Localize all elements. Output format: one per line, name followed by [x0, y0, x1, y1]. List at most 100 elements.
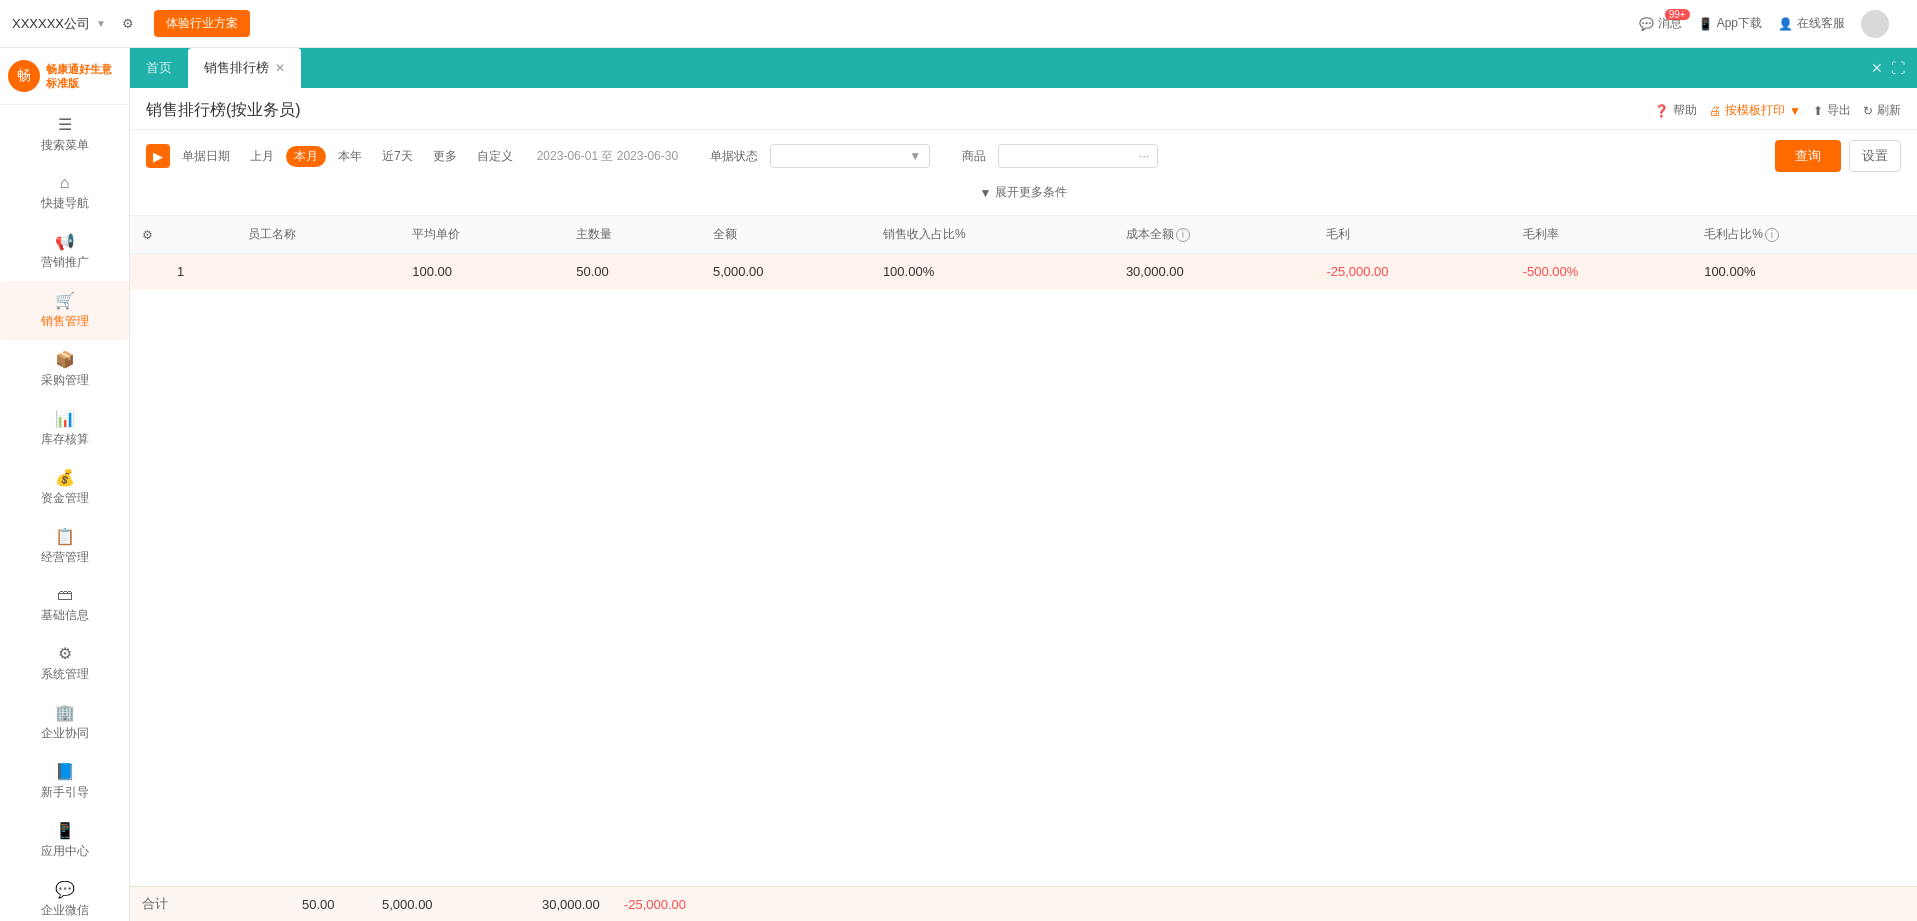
- cell-gross-rate: -500.00%: [1511, 254, 1692, 290]
- sidebar-item-inventory[interactable]: 📊 库存核算: [0, 399, 129, 458]
- date-tab-prev-month[interactable]: 上月: [242, 146, 282, 167]
- refresh-label: 刷新: [1877, 102, 1901, 119]
- date-tab-more[interactable]: 更多: [425, 146, 465, 167]
- sidebar-item-search[interactable]: ☰ 搜索菜单: [0, 105, 129, 164]
- goods-label: 商品: [962, 148, 986, 165]
- service-label: 在线客服: [1797, 15, 1845, 32]
- date-tab-current-month[interactable]: 本月: [286, 146, 326, 167]
- service-icon: 👤: [1778, 17, 1793, 31]
- sidebar-item-sales[interactable]: 🛒 销售管理: [0, 281, 129, 340]
- sidebar-item-finance[interactable]: 💰 资金管理: [0, 458, 129, 517]
- expand-label: 展开更多条件: [995, 184, 1067, 201]
- sidebar-item-system[interactable]: ⚙ 系统管理: [0, 634, 129, 693]
- sidebar-item-label: 营销推广: [41, 254, 89, 271]
- operations-icon: 📋: [55, 527, 75, 546]
- sidebar-item-label: 采购管理: [41, 372, 89, 389]
- home-icon: ⌂: [60, 174, 70, 192]
- date-tab-7days[interactable]: 近7天: [374, 146, 421, 167]
- goods-input[interactable]: ···: [998, 144, 1158, 168]
- status-label: 单据状态: [710, 148, 758, 165]
- sidebar-item-marketing[interactable]: 📢 营销推广: [0, 222, 129, 281]
- app-download-button[interactable]: 📱 App下载: [1698, 15, 1762, 32]
- purchase-icon: 📦: [55, 350, 75, 369]
- sidebar-item-enterprise[interactable]: 🏢 企业协同: [0, 693, 129, 752]
- page-content: 销售排行榜(按业务员) ❓ 帮助 🖨 按模板打印 ▼ ⬆: [130, 88, 1917, 921]
- col-main-qty: 主数量: [564, 216, 701, 254]
- date-tabs: 上月 本月 本年 近7天 更多 自定义: [242, 146, 521, 167]
- sidebar-item-operations[interactable]: 📋 经营管理: [0, 517, 129, 576]
- cell-cost-total: 30,000.00: [1114, 254, 1314, 290]
- cell-gross: -25,000.00: [1314, 254, 1510, 290]
- sidebar-item-basic-info[interactable]: 🗃 基础信息: [0, 576, 129, 634]
- dots-btn[interactable]: ···: [1139, 149, 1149, 163]
- logo-text: 畅康通好生意标准版: [46, 62, 112, 91]
- cell-name: [236, 254, 400, 290]
- sidebar-item-quicknav[interactable]: ⌂ 快捷导航: [0, 164, 129, 222]
- try-industry-button[interactable]: 体验行业方案: [154, 10, 250, 37]
- sidebar-item-label: 经营管理: [41, 549, 89, 566]
- top-right-area: 💬 消息 99+ 📱 App下载 👤 在线客服: [1639, 10, 1905, 38]
- table-header-row: ⚙ 员工名称 平均单价 主数量 全额 销售收入占比% 成本全额i 毛利: [130, 216, 1917, 254]
- print-button[interactable]: 🖨 按模板打印 ▼: [1709, 102, 1801, 119]
- gross-ratio-info-icon[interactable]: i: [1765, 228, 1779, 242]
- company-selector[interactable]: XXXXXX公司 ▼: [12, 15, 106, 33]
- topbar-settings-icon[interactable]: ⚙: [114, 10, 142, 38]
- avatar[interactable]: [1861, 10, 1889, 38]
- col-settings: ⚙: [130, 216, 165, 254]
- col-total: 全额: [701, 216, 871, 254]
- col-gross: 毛利: [1314, 216, 1510, 254]
- basic-info-icon: 🗃: [57, 586, 73, 604]
- table-footer: 合计 50.00 5,000.00 30,000.00 -25,000.00: [130, 886, 1917, 921]
- tab-bar-actions: ✕ ⛶: [1871, 60, 1917, 76]
- cell-rank: 1: [165, 254, 236, 290]
- tab-close-icon[interactable]: ✕: [275, 61, 285, 75]
- cell-main-qty: 50.00: [564, 254, 701, 290]
- company-name: XXXXXX公司: [12, 15, 90, 33]
- tab-sales-rank[interactable]: 销售排行榜 ✕: [188, 48, 301, 88]
- sidebar-logo: 畅 畅康通好生意标准版: [0, 48, 129, 105]
- table-row: 1 100.00 50.00 5,000.00 100.00% 30,000.0…: [130, 254, 1917, 290]
- status-select[interactable]: ▼: [770, 144, 930, 168]
- cell-sales-ratio: 100.00%: [871, 254, 1114, 290]
- help-button[interactable]: ❓ 帮助: [1654, 102, 1697, 119]
- sidebar-item-app-center[interactable]: 📱 应用中心: [0, 811, 129, 870]
- sidebar-item-purchase[interactable]: 📦 采购管理: [0, 340, 129, 399]
- table-settings-icon[interactable]: ⚙: [142, 228, 153, 242]
- tab-sales-rank-label: 销售排行榜: [204, 59, 269, 77]
- cell-total: 5,000.00: [701, 254, 871, 290]
- refresh-button[interactable]: ↻ 刷新: [1863, 102, 1901, 119]
- finance-icon: 💰: [55, 468, 75, 487]
- sidebar-item-wechat[interactable]: 💬 企业微信: [0, 870, 129, 921]
- footer-gross: -25,000.00: [612, 897, 698, 912]
- message-badge: 99+: [1665, 9, 1690, 20]
- settings-button[interactable]: 设置: [1849, 140, 1901, 172]
- sidebar-item-label: 资金管理: [41, 490, 89, 507]
- print-label: 按模板打印: [1725, 102, 1785, 119]
- app-icon: 📱: [1698, 17, 1713, 31]
- query-button[interactable]: 查询: [1775, 140, 1841, 172]
- filter-toggle-button[interactable]: ▶: [146, 144, 170, 168]
- date-tab-custom[interactable]: 自定义: [469, 146, 521, 167]
- export-button[interactable]: ⬆ 导出: [1813, 102, 1851, 119]
- search-menu-icon: ☰: [58, 115, 72, 134]
- logo-icon: 畅: [8, 60, 40, 92]
- sidebar-item-guide[interactable]: 📘 新手引导: [0, 752, 129, 811]
- sidebar-item-label: 企业协同: [41, 725, 89, 742]
- system-icon: ⚙: [58, 644, 72, 663]
- col-rank: [165, 216, 236, 254]
- date-tab-current-year[interactable]: 本年: [330, 146, 370, 167]
- sidebar-item-label: 基础信息: [41, 607, 89, 624]
- export-label: 导出: [1827, 102, 1851, 119]
- message-button[interactable]: 💬 消息 99+: [1639, 15, 1682, 32]
- tab-home[interactable]: 首页: [130, 48, 188, 88]
- expand-filters-button[interactable]: ▼ 展开更多条件: [146, 180, 1901, 205]
- tab-expand-icon[interactable]: ⛶: [1891, 60, 1905, 76]
- export-icon: ⬆: [1813, 104, 1823, 118]
- filter-area: ▶ 单据日期 上月 本月 本年 近7天 更多 自定义 2023-06-01 至 …: [130, 130, 1917, 216]
- tab-close-all-icon[interactable]: ✕: [1871, 60, 1883, 76]
- footer-label: 合计: [142, 895, 202, 913]
- cost-info-icon[interactable]: i: [1176, 228, 1190, 242]
- wechat-icon: 💬: [55, 880, 75, 899]
- online-service-button[interactable]: 👤 在线客服: [1778, 15, 1845, 32]
- print-arrow-icon: ▼: [1789, 104, 1801, 118]
